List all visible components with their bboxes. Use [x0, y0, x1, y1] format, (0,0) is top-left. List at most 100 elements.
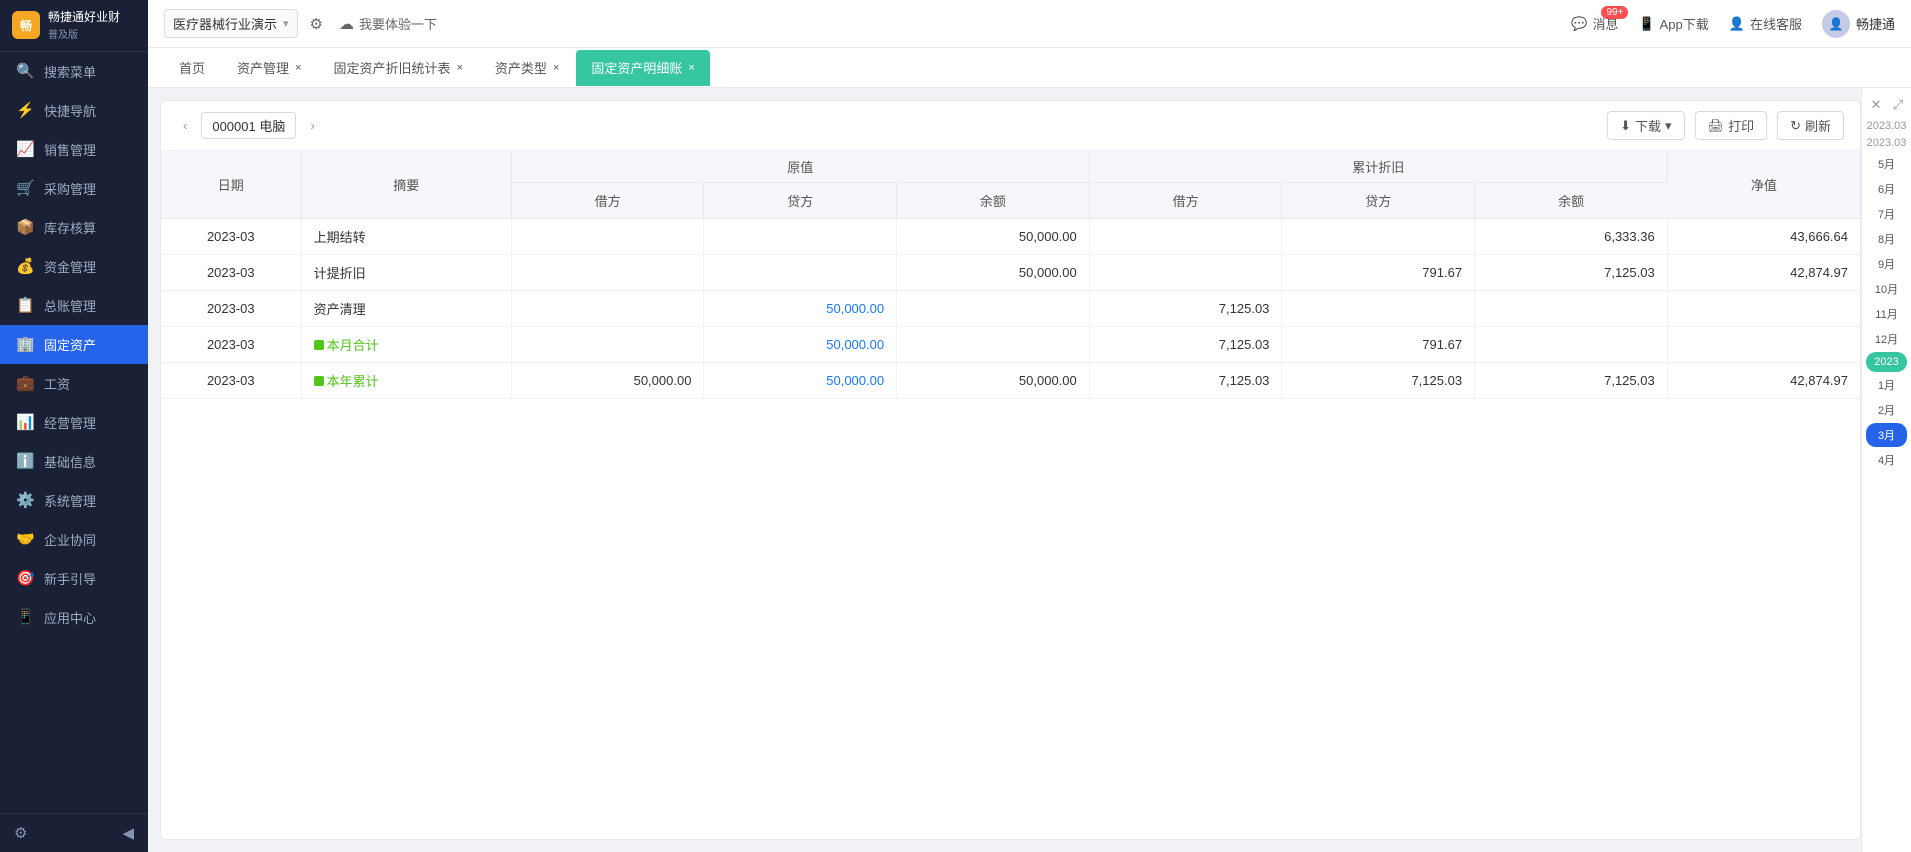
quick-nav-icon: ⚡: [16, 101, 34, 119]
next-asset-btn[interactable]: ›: [304, 116, 320, 135]
download-icon: 📱: [1638, 16, 1654, 32]
user-menu[interactable]: 👤 畅捷通: [1822, 10, 1895, 38]
data-table: 日期 摘要 原值 累计折旧 净值 借方 贷方 余额 借方 贷方 余额: [161, 151, 1860, 839]
print-icon: 🖨: [1708, 118, 1725, 134]
cell-orig-balance: 50,000.00: [897, 219, 1090, 255]
cell-date: 2023-03: [161, 327, 301, 363]
timeline-month-12[interactable]: 4月: [1862, 448, 1911, 472]
sidebar-label: 库存核算: [44, 218, 96, 237]
sidebar-label: 快捷导航: [44, 101, 96, 120]
sidebar-item-system[interactable]: ⚙️系统管理: [0, 481, 148, 520]
app-download-btn[interactable]: 📱 App下载: [1638, 14, 1708, 33]
cell-net-value: [1667, 291, 1860, 327]
cell-orig-debit: [511, 219, 704, 255]
timeline-month-2[interactable]: 7月: [1862, 202, 1911, 226]
sidebar-item-inventory[interactable]: 📦库存核算: [0, 208, 148, 247]
tab-label: 首页: [179, 58, 205, 77]
sidebar: 畅 畅捷通好业财 普及版 🔍搜索菜单⚡快捷导航📈销售管理🛒采购管理📦库存核算💰资…: [0, 0, 148, 852]
col-accum-balance: 余额: [1475, 183, 1668, 219]
refresh-btn[interactable]: ↻ 刷新: [1777, 111, 1844, 140]
sidebar-item-quick-nav[interactable]: ⚡ 快捷导航: [0, 91, 148, 130]
timeline-month-8[interactable]: 2023: [1866, 352, 1907, 372]
tab-close-icon[interactable]: ×: [295, 62, 301, 74]
sidebar-label: 企业协同: [44, 530, 96, 549]
timeline-month-4[interactable]: 9月: [1862, 252, 1911, 276]
cell-accum-balance: 7,125.03: [1475, 363, 1668, 399]
col-accum-debit: 借方: [1089, 183, 1282, 219]
download-btn[interactable]: ⬇ 下载 ▾: [1607, 111, 1684, 140]
sidebar-label: 系统管理: [44, 491, 96, 510]
purchase-icon: 🛒: [16, 179, 34, 197]
tab-fixed-asset-detail[interactable]: 固定资产明细账×: [576, 50, 709, 86]
cell-date: 2023-03: [161, 255, 301, 291]
sidebar-item-app-center[interactable]: 📱 应用中心: [0, 598, 148, 637]
timeline-month-5[interactable]: 10月: [1862, 277, 1911, 301]
print-btn[interactable]: 🖨 打印: [1695, 111, 1768, 140]
sidebar-item-operations[interactable]: 📊经营管理: [0, 403, 148, 442]
general-ledger-icon: 📋: [16, 296, 34, 314]
tab-asset-type[interactable]: 资产类型×: [480, 50, 574, 86]
tab-depreciation-stats[interactable]: 固定资产折旧统计表 ×: [318, 50, 477, 86]
sidebar-item-search[interactable]: 🔍搜索菜单: [0, 52, 148, 91]
timeline-month-1[interactable]: 6月: [1862, 177, 1911, 201]
cell-orig-balance: [897, 291, 1090, 327]
topbar-right: 💬 消息 99+ 📱 App下载 👤 在线客服 👤 畅捷通: [1571, 10, 1895, 38]
online-service-btn[interactable]: 👤 在线客服: [1729, 14, 1802, 33]
cell-orig-credit: [704, 219, 897, 255]
settings-icon[interactable]: ⚙: [14, 824, 27, 842]
sidebar-item-general-ledger[interactable]: 📋总账管理: [0, 286, 148, 325]
timeline-month-0[interactable]: 5月: [1862, 152, 1911, 176]
app-center-icon: 📱: [16, 608, 34, 626]
sidebar-item-basic-info[interactable]: ℹ️基础信息: [0, 442, 148, 481]
cell-accum-credit: 7,125.03: [1282, 363, 1475, 399]
cell-orig-credit: 50,000.00: [704, 363, 897, 399]
refresh-label: 刷新: [1805, 116, 1831, 135]
prev-asset-btn[interactable]: ‹: [177, 116, 193, 135]
close-panel-btn[interactable]: ✕: [1867, 96, 1885, 114]
timeline-month-10[interactable]: 2月: [1862, 398, 1911, 422]
tabs-bar: 首页资产管理×固定资产折旧统计表×资产类型×固定资产明细账×: [148, 48, 1911, 88]
sidebar-item-enterprise[interactable]: 🤝企业协同: [0, 520, 148, 559]
tab-label: 固定资产折旧统计表: [333, 58, 450, 77]
collapse-icon[interactable]: ◀: [122, 824, 134, 842]
tab-close-icon[interactable]: ×: [553, 62, 559, 74]
cell-accum-credit: 791.67: [1282, 327, 1475, 363]
notification-btn[interactable]: 💬 消息 99+: [1571, 14, 1618, 33]
timeline-month-7[interactable]: 12月: [1862, 327, 1911, 351]
timeline-list: 2023.032023.035月6月7月8月9月10月11月12月20231月2…: [1862, 118, 1911, 472]
table-toolbar: ‹ 000001 电脑 › ⬇ 下载 ▾ 🖨 打印 ↻ 刷新: [161, 101, 1860, 151]
cell-orig-balance: [897, 327, 1090, 363]
cell-orig-balance: 50,000.00: [897, 363, 1090, 399]
settings-icon[interactable]: ⚙: [310, 15, 323, 33]
company-selector[interactable]: 医疗器械行业演示 ▾: [164, 9, 298, 38]
cell-orig-credit: 50,000.00: [704, 327, 897, 363]
cell-accum-balance: 7,125.03: [1475, 255, 1668, 291]
sidebar-label: 应用中心: [44, 608, 96, 627]
timeline-month-3[interactable]: 8月: [1862, 227, 1911, 251]
sidebar-item-capital[interactable]: 💰资金管理: [0, 247, 148, 286]
expand-panel-btn[interactable]: ⤢: [1889, 96, 1907, 114]
cell-accum-debit: 7,125.03: [1089, 363, 1282, 399]
cell-date: 2023-03: [161, 363, 301, 399]
sidebar-item-payroll[interactable]: 💼工资: [0, 364, 148, 403]
sidebar-label: 新手引导: [44, 569, 96, 588]
panel-controls: ✕ ⤢: [1862, 92, 1911, 118]
sidebar-item-purchase[interactable]: 🛒采购管理: [0, 169, 148, 208]
timeline-month-11[interactable]: 3月: [1866, 423, 1907, 447]
experience-btn[interactable]: ☁ 我要体验一下: [339, 14, 437, 33]
sidebar-nav: 🔍搜索菜单 ⚡ 快捷导航 📈销售管理🛒采购管理📦库存核算💰资金管理📋总账管理🏢固定资产…: [0, 52, 148, 813]
sidebar-item-fixed-assets[interactable]: 🏢固定资产: [0, 325, 148, 364]
content-area: ‹ 000001 电脑 › ⬇ 下载 ▾ 🖨 打印 ↻ 刷新: [148, 88, 1911, 852]
table-row: 2023-03 上期结转 50,000.00 6,333.36 43,666.6…: [161, 219, 1860, 255]
download-label: 下载: [1635, 116, 1661, 135]
tab-asset-mgmt[interactable]: 资产管理×: [222, 50, 316, 86]
timeline-month-6[interactable]: 11月: [1862, 302, 1911, 326]
tab-home[interactable]: 首页: [164, 50, 220, 86]
tab-close-icon[interactable]: ×: [456, 62, 462, 74]
tab-close-icon[interactable]: ×: [688, 62, 694, 74]
timeline-month-9[interactable]: 1月: [1862, 373, 1911, 397]
sidebar-item-guide[interactable]: 🎯新手引导: [0, 559, 148, 598]
sidebar-item-sales[interactable]: 📈销售管理: [0, 130, 148, 169]
app-download-label: App下载: [1660, 14, 1709, 33]
col-original-value: 原值: [511, 151, 1089, 183]
